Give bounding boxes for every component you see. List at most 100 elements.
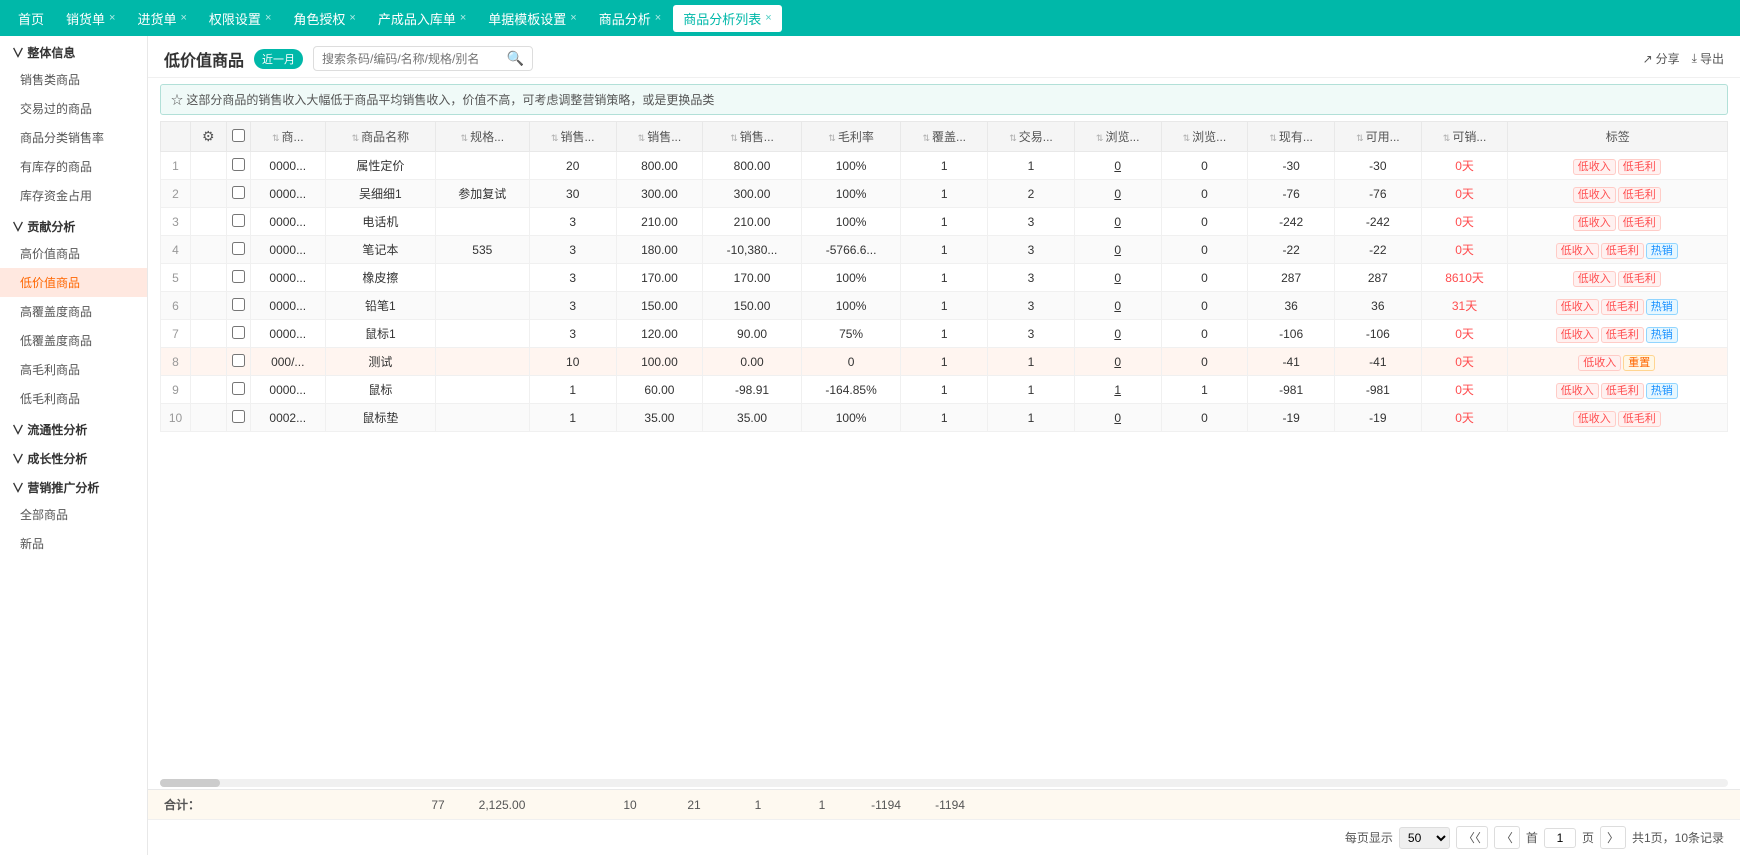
row-checkbox[interactable]	[232, 186, 245, 199]
row-code: 0000...	[250, 376, 325, 404]
th-code[interactable]: ⇅商...	[250, 122, 325, 152]
nav-close-icon[interactable]: ×	[460, 12, 466, 24]
nav-item-销货单[interactable]: 销货单 ×	[56, 5, 125, 32]
th-tags[interactable]: 标签	[1508, 122, 1728, 152]
nav-item-商品分析列表[interactable]: 商品分析列表 ×	[673, 5, 781, 32]
th-current[interactable]: ⇅现有...	[1248, 122, 1335, 152]
first-page-button[interactable]: 〈〈	[1456, 826, 1488, 849]
row-coverage: 1	[901, 264, 988, 292]
sidebar-item-全部商品[interactable]: 全部商品	[0, 500, 147, 529]
th-browse2[interactable]: ⇅浏览...	[1161, 122, 1248, 152]
time-tag[interactable]: 近一月	[254, 49, 303, 69]
nav-item-商品分析[interactable]: 商品分析 ×	[589, 5, 671, 32]
sidebar-item-商品分类销售率[interactable]: 商品分类销售率	[0, 123, 147, 152]
nav-item-产成品入库单[interactable]: 产成品入库单 ×	[368, 5, 476, 32]
row-available: 287	[1334, 264, 1421, 292]
row-checkbox[interactable]	[232, 298, 245, 311]
nav-close-icon[interactable]: ×	[109, 12, 115, 24]
next-page-button[interactable]: 〉	[1600, 826, 1626, 849]
th-spec[interactable]: ⇅规格...	[435, 122, 529, 152]
row-browse1: 0	[1074, 208, 1161, 236]
browse1-link[interactable]: 0	[1114, 159, 1121, 173]
th-available[interactable]: ⇅可用...	[1334, 122, 1421, 152]
row-sellable: 0天	[1421, 404, 1508, 432]
horizontal-scrollbar[interactable]	[160, 779, 1728, 787]
th-sales_amount[interactable]: ⇅销售...	[616, 122, 703, 152]
table-row: 90000...鼠标160.00-98.91-164.85%1111-981-9…	[161, 376, 1728, 404]
search-icon[interactable]: 🔍	[507, 50, 524, 67]
nav-close-icon[interactable]: ×	[180, 12, 186, 24]
footer-coverage: 10	[600, 798, 660, 812]
th-checkbox[interactable]	[226, 122, 250, 152]
sidebar-group[interactable]: ∨ 贡献分析	[0, 210, 147, 239]
row-checkbox[interactable]	[232, 326, 245, 339]
sidebar-item-低价值商品[interactable]: 低价值商品	[0, 268, 147, 297]
browse1-link[interactable]: 0	[1114, 243, 1121, 257]
th-trade[interactable]: ⇅交易...	[988, 122, 1075, 152]
sidebar-item-新品[interactable]: 新品	[0, 529, 147, 558]
sidebar-item-库存资金占用[interactable]: 库存资金占用	[0, 181, 147, 210]
sidebar-group[interactable]: ∨ 流通性分析	[0, 413, 147, 442]
browse1-link[interactable]: 0	[1114, 187, 1121, 201]
nav-close-icon[interactable]: ×	[765, 12, 771, 24]
nav-item-首页[interactable]: 首页	[8, 5, 54, 32]
table-row: 20000...吴细细1参加复试30300.00300.00100%1200-7…	[161, 180, 1728, 208]
sidebar-item-有库存的商品[interactable]: 有库存的商品	[0, 152, 147, 181]
th-browse1[interactable]: ⇅浏览...	[1074, 122, 1161, 152]
row-checkbox[interactable]	[232, 354, 245, 367]
table-container[interactable]: ⚙⇅商...⇅商品名称⇅规格...⇅销售...⇅销售...⇅销售...⇅毛利率⇅…	[148, 121, 1740, 777]
export-button[interactable]: ⤓ 导出	[1692, 50, 1724, 67]
browse1-link[interactable]: 0	[1114, 299, 1121, 313]
sidebar-item-高毛利商品[interactable]: 高毛利商品	[0, 355, 147, 384]
browse1-link[interactable]: 0	[1114, 411, 1121, 425]
row-checkbox[interactable]	[232, 158, 245, 171]
th-name[interactable]: ⇅商品名称	[325, 122, 435, 152]
th-coverage[interactable]: ⇅覆盖...	[901, 122, 988, 152]
sidebar-group[interactable]: ∨ 营销推广分析	[0, 471, 147, 500]
row-checkbox[interactable]	[232, 410, 245, 423]
th-sales_qty[interactable]: ⇅销售...	[529, 122, 616, 152]
browse1-link[interactable]: 0	[1114, 327, 1121, 341]
nav-close-icon[interactable]: ×	[265, 12, 271, 24]
sidebar-item-高覆盖度商品[interactable]: 高覆盖度商品	[0, 297, 147, 326]
row-tags: 低收入重置	[1508, 348, 1728, 376]
sidebar-item-交易过的商品[interactable]: 交易过的商品	[0, 94, 147, 123]
nav-close-icon[interactable]: ×	[349, 12, 355, 24]
browse1-link[interactable]: 0	[1114, 271, 1121, 285]
nav-close-icon[interactable]: ×	[655, 12, 661, 24]
row-checkbox[interactable]	[232, 242, 245, 255]
th-margin[interactable]: ⇅毛利率	[801, 122, 901, 152]
nav-item-权限设置[interactable]: 权限设置 ×	[199, 5, 281, 32]
prev-page-button[interactable]: 〈	[1494, 826, 1520, 849]
row-checkbox[interactable]	[232, 270, 245, 283]
page-size-select[interactable]: 50 100 200	[1399, 827, 1450, 849]
page-number-input[interactable]	[1544, 828, 1576, 848]
sidebar-item-低覆盖度商品[interactable]: 低覆盖度商品	[0, 326, 147, 355]
nav-item-进货单[interactable]: 进货单 ×	[127, 5, 196, 32]
th-settings[interactable]: ⚙	[191, 122, 227, 152]
sidebar-item-销售类商品[interactable]: 销售类商品	[0, 65, 147, 94]
share-button[interactable]: ↗ 分享	[1643, 50, 1680, 67]
nav-close-icon[interactable]: ×	[570, 12, 576, 24]
browse1-link[interactable]: 0	[1114, 355, 1121, 369]
nav-item-角色授权[interactable]: 角色授权 ×	[283, 5, 365, 32]
sidebar-group[interactable]: ∨ 整体信息	[0, 36, 147, 65]
main-layout: ∨ 整体信息销售类商品交易过的商品商品分类销售率有库存的商品库存资金占用∨ 贡献…	[0, 36, 1740, 855]
search-input[interactable]	[322, 52, 503, 66]
sidebar-item-低毛利商品[interactable]: 低毛利商品	[0, 384, 147, 413]
sidebar-group[interactable]: ∨ 成长性分析	[0, 442, 147, 471]
row-tags: 低收入低毛利	[1508, 208, 1728, 236]
browse1-link[interactable]: 0	[1114, 215, 1121, 229]
row-checkbox[interactable]	[232, 214, 245, 227]
th-sales_cost[interactable]: ⇅销售...	[703, 122, 802, 152]
table-row: 40000...笔记本5353180.00-10,380...-5766.6..…	[161, 236, 1728, 264]
nav-item-单据模板设置[interactable]: 单据模板设置 ×	[478, 5, 586, 32]
row-browse1: 0	[1074, 152, 1161, 180]
row-checkbox[interactable]	[232, 382, 245, 395]
browse1-link[interactable]: 1	[1114, 383, 1121, 397]
scrollbar-thumb[interactable]	[160, 779, 220, 787]
sidebar-item-高价值商品[interactable]: 高价值商品	[0, 239, 147, 268]
th-sellable[interactable]: ⇅可销...	[1421, 122, 1508, 152]
row-sales-amount: 800.00	[616, 152, 703, 180]
select-all-checkbox[interactable]	[232, 129, 245, 142]
